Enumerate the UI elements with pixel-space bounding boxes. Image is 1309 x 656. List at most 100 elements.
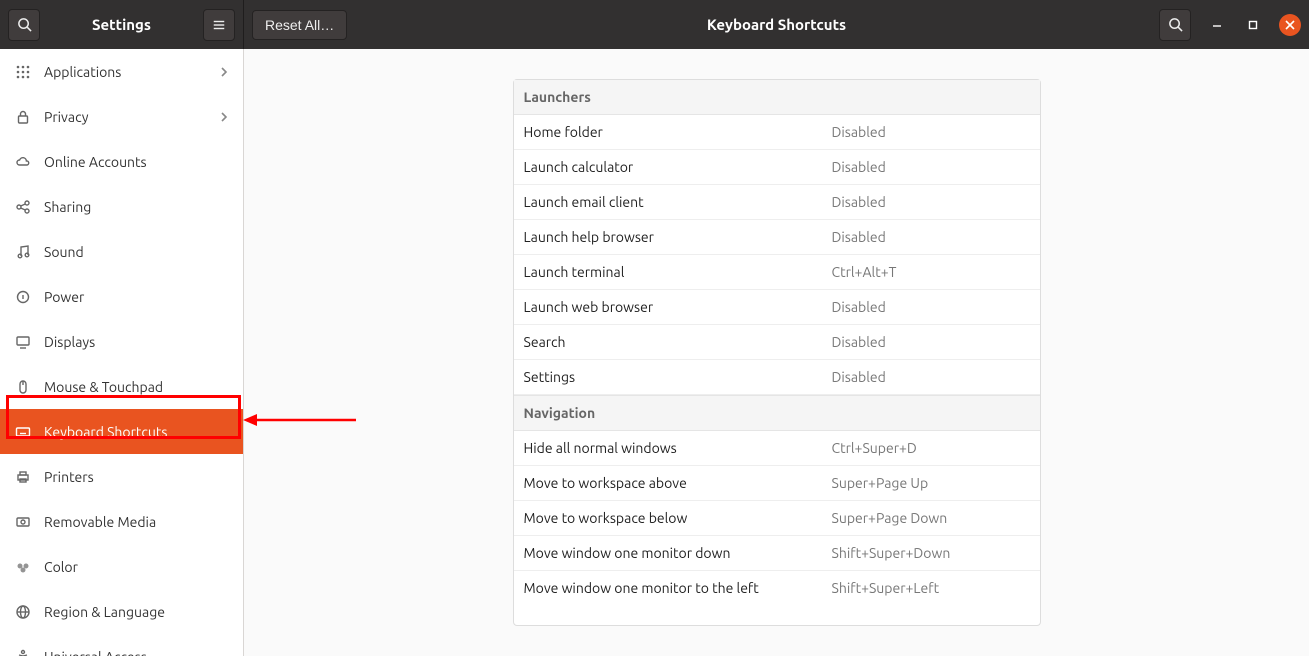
main-content: LaunchersHome folderDisabledLaunch calcu… <box>244 49 1309 656</box>
app-title: Settings <box>92 16 151 33</box>
sidebar-item-removable-media[interactable]: Removable Media <box>0 499 243 544</box>
display-icon <box>14 333 32 351</box>
shortcut-row[interactable]: Launch terminalCtrl+Alt+T <box>514 255 1040 290</box>
sidebar: Applications Privacy Online Accounts Sharin… <box>0 49 244 656</box>
shortcut-name: Move to workspace below <box>524 510 832 526</box>
titlebar: Settings Reset All… Keyboard Shortcuts <box>0 0 1309 49</box>
chevron-right-icon <box>219 67 229 77</box>
mouse-icon <box>14 378 32 396</box>
accessibility-icon <box>14 648 32 656</box>
sidebar-item-sound[interactable]: Sound <box>0 229 243 274</box>
sidebar-search-button[interactable] <box>8 9 40 41</box>
shortcut-row[interactable]: Launch calculatorDisabled <box>514 150 1040 185</box>
shortcut-row[interactable]: SearchDisabled <box>514 325 1040 360</box>
page-title: Keyboard Shortcuts <box>707 16 846 33</box>
shortcut-row[interactable]: SettingsDisabled <box>514 360 1040 395</box>
shortcut-value: Disabled <box>832 369 886 385</box>
shortcut-name: Move window one monitor to the left <box>524 580 832 596</box>
sidebar-item-label: Online Accounts <box>44 154 147 170</box>
sidebar-item-mouse-touchpad[interactable]: Mouse & Touchpad <box>0 364 243 409</box>
shortcut-value: Ctrl+Alt+T <box>832 264 897 280</box>
main-search-button[interactable] <box>1159 9 1191 41</box>
shortcut-row[interactable]: Launch help browserDisabled <box>514 220 1040 255</box>
sidebar-item-displays[interactable]: Displays <box>0 319 243 364</box>
shortcut-name: Launch email client <box>524 194 832 210</box>
sidebar-item-label: Power <box>44 289 84 305</box>
power-icon <box>14 288 32 306</box>
shortcut-value: Shift+Super+Down <box>832 545 951 561</box>
sidebar-item-label: Color <box>44 559 78 575</box>
sidebar-item-label: Universal Access <box>44 649 147 656</box>
close-icon <box>1285 20 1295 30</box>
shortcut-name: Launch help browser <box>524 229 832 245</box>
keyboard-icon <box>14 423 32 441</box>
reset-all-button[interactable]: Reset All… <box>252 10 347 40</box>
shortcuts-panel: LaunchersHome folderDisabledLaunch calcu… <box>513 79 1041 626</box>
chevron-right-icon <box>219 112 229 122</box>
sidebar-item-online-accounts[interactable]: Online Accounts <box>0 139 243 184</box>
sidebar-item-keyboard-shortcuts[interactable]: Keyboard Shortcuts <box>0 409 243 454</box>
sidebar-item-color[interactable]: Color <box>0 544 243 589</box>
shortcut-name: Launch terminal <box>524 264 832 280</box>
shortcut-name: Hide all normal windows <box>524 440 832 456</box>
shortcut-row[interactable]: Launch web browserDisabled <box>514 290 1040 325</box>
lock-icon <box>14 108 32 126</box>
shortcut-value: Disabled <box>832 229 886 245</box>
shortcut-name: Move window one monitor down <box>524 545 832 561</box>
window-controls <box>1159 9 1301 41</box>
window-minimize-button[interactable] <box>1207 15 1227 35</box>
sidebar-item-printers[interactable]: Printers <box>0 454 243 499</box>
printer-icon <box>14 468 32 486</box>
titlebar-left: Settings <box>0 0 244 49</box>
sidebar-item-label: Mouse & Touchpad <box>44 379 163 395</box>
sidebar-item-label: Applications <box>44 64 121 80</box>
shortcut-row[interactable]: Home folderDisabled <box>514 115 1040 150</box>
sidebar-item-label: Sound <box>44 244 84 260</box>
sidebar-item-region-language[interactable]: Region & Language <box>0 589 243 634</box>
color-icon <box>14 558 32 576</box>
search-icon <box>1168 17 1183 32</box>
titlebar-right: Reset All… Keyboard Shortcuts <box>244 0 1309 49</box>
sidebar-item-sharing[interactable]: Sharing <box>0 184 243 229</box>
shortcut-row[interactable]: Launch email clientDisabled <box>514 185 1040 220</box>
shortcut-value: Shift+Super+Left <box>832 580 940 596</box>
shortcut-name: Launch calculator <box>524 159 832 175</box>
sidebar-item-label: Sharing <box>44 199 91 215</box>
sidebar-item-label: Displays <box>44 334 95 350</box>
hamburger-menu-button[interactable] <box>203 9 235 41</box>
shortcut-value: Disabled <box>832 159 886 175</box>
section-header: Navigation <box>514 395 1040 431</box>
share-icon <box>14 198 32 216</box>
menu-icon <box>212 18 226 32</box>
shortcut-row[interactable]: Hide all normal windowsCtrl+Super+D <box>514 431 1040 466</box>
music-icon <box>14 243 32 261</box>
shortcut-name: Launch web browser <box>524 299 832 315</box>
sidebar-item-label: Region & Language <box>44 604 165 620</box>
window-close-button[interactable] <box>1279 14 1301 36</box>
shortcut-value: Super+Page Down <box>832 510 948 526</box>
sidebar-item-universal-access[interactable]: Universal Access <box>0 634 243 656</box>
shortcut-row[interactable]: Move to workspace aboveSuper+Page Up <box>514 466 1040 501</box>
window-maximize-button[interactable] <box>1243 15 1263 35</box>
shortcut-row[interactable]: Move window one monitor to the leftShift… <box>514 571 1040 605</box>
maximize-icon <box>1248 20 1258 30</box>
shortcut-name: Search <box>524 334 832 350</box>
shortcut-row[interactable]: Move window one monitor downShift+Super+… <box>514 536 1040 571</box>
sidebar-item-privacy[interactable]: Privacy <box>0 94 243 139</box>
sidebar-item-applications[interactable]: Applications <box>0 49 243 94</box>
shortcut-row[interactable]: Move to workspace belowSuper+Page Down <box>514 501 1040 536</box>
sidebar-item-label: Privacy <box>44 109 88 125</box>
section-header: Launchers <box>514 80 1040 115</box>
shortcut-value: Disabled <box>832 194 886 210</box>
sidebar-item-power[interactable]: Power <box>0 274 243 319</box>
shortcut-value: Ctrl+Super+D <box>832 440 917 456</box>
shortcut-value: Disabled <box>832 124 886 140</box>
cloud-icon <box>14 153 32 171</box>
minimize-icon <box>1212 20 1222 30</box>
sidebar-item-label: Printers <box>44 469 94 485</box>
search-icon <box>17 17 32 32</box>
media-icon <box>14 513 32 531</box>
shortcut-value: Disabled <box>832 334 886 350</box>
globe-icon <box>14 603 32 621</box>
grid-icon <box>14 63 32 81</box>
